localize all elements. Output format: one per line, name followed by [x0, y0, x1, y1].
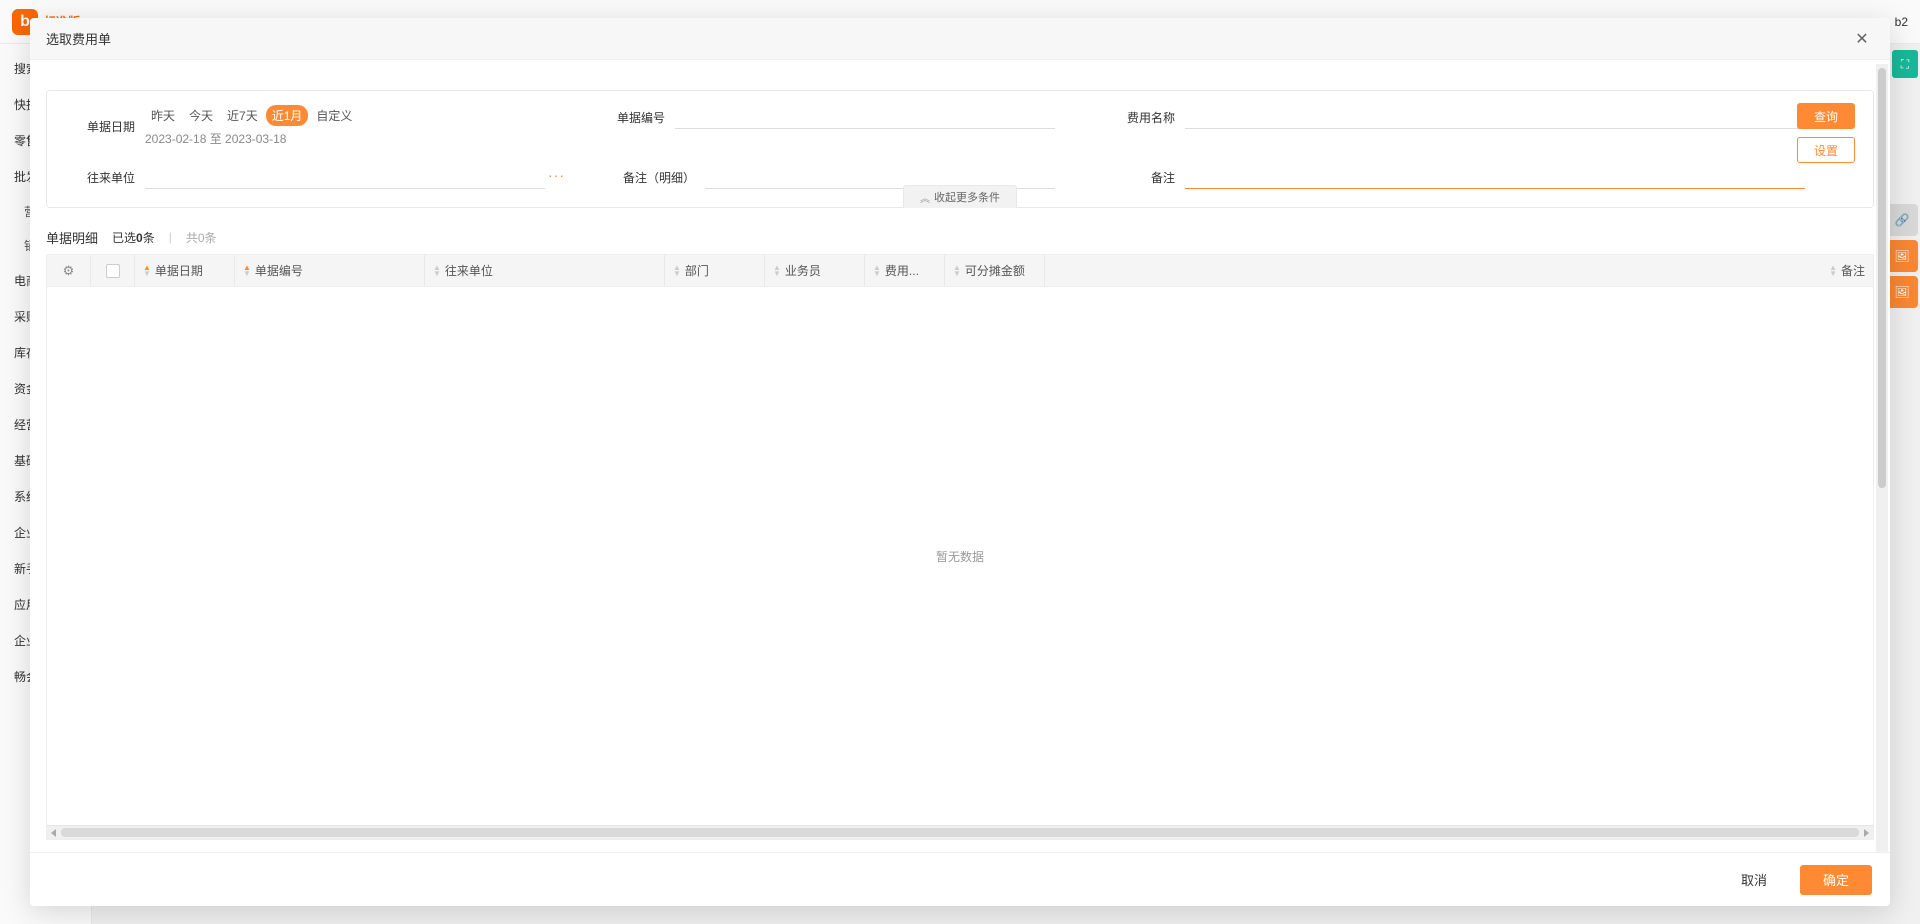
feename-input[interactable]	[1185, 105, 1805, 129]
sort-icon: ▲▼	[673, 265, 681, 277]
filter-unit-group: 往来单位 ···	[65, 165, 545, 189]
divider: |	[169, 230, 172, 244]
filter-date-group: 单据日期 昨天 今天 近7天 近1月 自定义 2023-02-18 至 2023…	[65, 105, 545, 147]
th-amount[interactable]: ▲▼ 可分摊金额	[945, 255, 1045, 286]
th-docno[interactable]: ▲▼ 单据编号	[235, 255, 425, 286]
table-body-empty: 暂无数据	[47, 287, 1873, 825]
date-chip-last1m[interactable]: 近1月	[266, 105, 309, 126]
filter-label-feename: 费用名称	[1105, 109, 1175, 126]
filter-label-remark: 备注	[1105, 169, 1175, 186]
th-dept[interactable]: ▲▼ 部门	[665, 255, 765, 286]
sort-icon: ▲▼	[1829, 265, 1837, 277]
table-header: ▲▼ 单据日期 ▲▼ 单据编号 ▲▼ 往来单位 ▲▼	[47, 255, 1873, 287]
filter-label-remark-detail: 备注（明细）	[595, 169, 695, 186]
th-gear[interactable]	[47, 255, 91, 286]
gear-icon	[63, 263, 75, 279]
confirm-button[interactable]: 确定	[1800, 865, 1872, 895]
table-section: 单据明细 已选0条 | 共0条 ▲▼ 单据日期	[46, 224, 1874, 840]
th-biz[interactable]: ▲▼ 业务员	[765, 255, 865, 286]
modal-footer: 取消 确定	[30, 852, 1890, 906]
modal-body: 单据日期 昨天 今天 近7天 近1月 自定义 2023-02-18 至 2023…	[30, 60, 1890, 852]
date-chip-yesterday[interactable]: 昨天	[145, 105, 181, 126]
sort-icon: ▲▼	[143, 265, 151, 277]
total-count: 共0条	[186, 229, 217, 246]
th-checkbox[interactable]	[91, 255, 135, 286]
modal-title: 选取费用单	[46, 29, 111, 48]
filter-label-date: 单据日期	[65, 118, 135, 135]
empty-text: 暂无数据	[936, 548, 984, 565]
filter-docno-group: 单据编号	[595, 105, 1055, 129]
select-expense-modal: 选取费用单 ✕ 单据日期 昨天 今天 近7天 近1月	[30, 18, 1890, 906]
filter-remark-group: 备注	[1105, 165, 1805, 189]
th-fee[interactable]: ▲▼ 费用...	[865, 255, 945, 286]
date-chip-today[interactable]: 今天	[183, 105, 219, 126]
tab-detail[interactable]: 单据明细	[46, 228, 98, 247]
hscroll-thumb[interactable]	[61, 828, 1859, 837]
unit-input[interactable]	[145, 165, 545, 189]
vscroll-thumb[interactable]	[1878, 68, 1886, 488]
query-button[interactable]: 查询	[1797, 103, 1855, 129]
date-range-text: 2023-02-18 至 2023-03-18	[145, 130, 545, 147]
horizontal-scrollbar[interactable]	[47, 825, 1873, 839]
collapse-filters-button[interactable]: 收起更多条件	[903, 185, 1017, 208]
cancel-button[interactable]: 取消	[1718, 865, 1790, 895]
collapse-label: 收起更多条件	[934, 189, 1000, 205]
filter-panel: 单据日期 昨天 今天 近7天 近1月 自定义 2023-02-18 至 2023…	[46, 90, 1874, 208]
sort-icon: ▲▼	[953, 265, 961, 277]
select-all-checkbox[interactable]	[106, 264, 120, 278]
chevron-up-icon	[920, 190, 930, 205]
sort-icon: ▲▼	[873, 265, 881, 277]
settings-button[interactable]: 设置	[1797, 137, 1855, 163]
table-tabs: 单据明细 已选0条 | 共0条	[46, 224, 1874, 250]
th-unit[interactable]: ▲▼ 往来单位	[425, 255, 665, 286]
sort-icon: ▲▼	[433, 265, 441, 277]
filter-actions: 查询 设置	[1797, 103, 1855, 163]
sort-icon: ▲▼	[243, 265, 251, 277]
date-chip-custom[interactable]: 自定义	[310, 105, 358, 126]
remark-input[interactable]	[1185, 165, 1805, 189]
selected-count: 已选0条	[112, 229, 155, 246]
th-date[interactable]: ▲▼ 单据日期	[135, 255, 235, 286]
date-shortcuts: 昨天 今天 近7天 近1月 自定义	[145, 105, 545, 126]
unit-more-icon[interactable]: ···	[548, 167, 565, 183]
vertical-scrollbar[interactable]	[1876, 64, 1888, 852]
filter-feename-group: 费用名称 ···	[1105, 105, 1805, 129]
modal-header: 选取费用单 ✕	[30, 18, 1890, 60]
close-icon[interactable]: ✕	[1850, 27, 1874, 51]
sort-icon: ▲▼	[773, 265, 781, 277]
docno-input[interactable]	[675, 105, 1055, 129]
date-chip-last7[interactable]: 近7天	[221, 105, 264, 126]
modal-overlay: 选取费用单 ✕ 单据日期 昨天 今天 近7天 近1月	[0, 0, 1920, 924]
filter-label-docno: 单据编号	[595, 109, 665, 126]
filter-label-unit: 往来单位	[65, 169, 135, 186]
th-remark[interactable]: ▲▼ 备注	[1045, 255, 1873, 286]
table: ▲▼ 单据日期 ▲▼ 单据编号 ▲▼ 往来单位 ▲▼	[46, 254, 1874, 840]
